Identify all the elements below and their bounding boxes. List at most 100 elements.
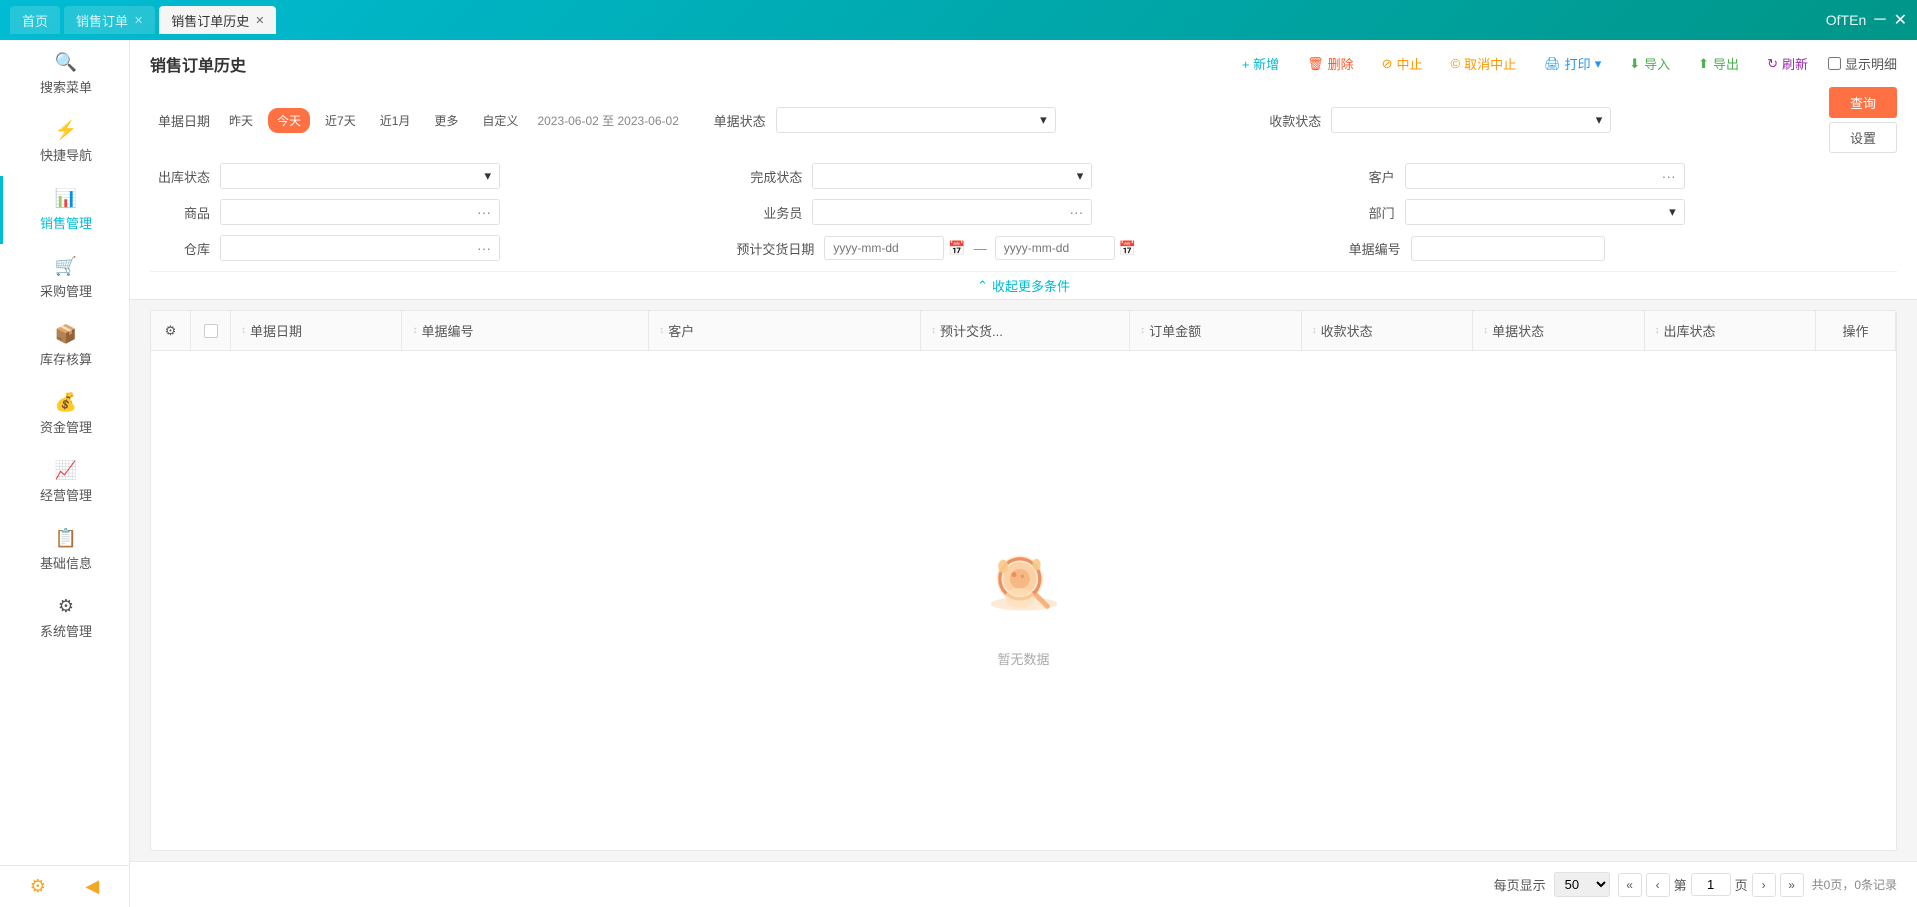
last-page-btn[interactable]: »: [1780, 873, 1804, 897]
sidebar-item-finance[interactable]: 💰 资金管理: [0, 380, 129, 448]
out-status-select[interactable]: ▾: [220, 163, 500, 189]
per-page-select[interactable]: 50 10 20 100: [1554, 872, 1610, 897]
empty-state: 暂无数据: [151, 351, 1896, 850]
order-status-control: ▾: [776, 107, 1262, 133]
complete-status-select[interactable]: ▾: [812, 163, 1092, 189]
display-detail-input[interactable]: [1828, 57, 1841, 70]
th-number-label: 单据编号: [421, 321, 473, 340]
sidebar-settings-icon[interactable]: ⚙: [30, 876, 46, 897]
dept-dropdown-icon: ▾: [1669, 204, 1676, 220]
sidebar-item-system[interactable]: ⚙ 系统管理: [0, 584, 129, 652]
warehouse-ellipsis[interactable]: ···: [477, 240, 491, 256]
customer-select[interactable]: ···: [1405, 163, 1685, 189]
pay-status-select[interactable]: ▾: [1331, 107, 1611, 133]
page-nav: « ‹ 第 页 › »: [1618, 873, 1804, 897]
salesperson-ellipsis[interactable]: ···: [1069, 204, 1083, 220]
sidebar: 🔍 搜索菜单 ⚡ 快捷导航 📊 销售管理 🛒 采购管理 📦 库存核算 💰 资金管…: [0, 40, 130, 907]
tab-sales-order-history[interactable]: 销售订单历史 ✕: [159, 6, 276, 34]
operations-icon: 📈: [55, 460, 77, 481]
delivery-date-to[interactable]: [995, 236, 1115, 260]
sidebar-item-search-menu-label: 搜索菜单: [40, 77, 92, 96]
tab-sales-order-close[interactable]: ✕: [134, 14, 143, 27]
prev-page-btn[interactable]: ‹: [1646, 873, 1670, 897]
th-checkbox[interactable]: [191, 311, 231, 350]
date-btn-7days[interactable]: 近7天: [316, 108, 365, 133]
next-page-btn[interactable]: ›: [1752, 873, 1776, 897]
cancel-btn-label: 取消中止: [1464, 54, 1516, 73]
tab-home[interactable]: 首页: [10, 6, 60, 34]
order-status-select[interactable]: ▾: [776, 107, 1056, 133]
th-settings[interactable]: ⚙: [151, 311, 191, 350]
date-btn-1month[interactable]: 近1月: [371, 108, 420, 133]
export-btn-label: 导出: [1713, 54, 1739, 73]
cancel-stop-button[interactable]: © 取消中止: [1443, 50, 1525, 77]
setting-button[interactable]: 设置: [1829, 122, 1897, 153]
th-customer[interactable]: ↕ 客户: [649, 311, 921, 350]
product-control: ···: [220, 199, 712, 225]
sidebar-item-purchase-label: 采购管理: [40, 281, 92, 300]
cal-to-icon[interactable]: 📅: [1119, 240, 1136, 257]
tab-sales-order-history-close[interactable]: ✕: [255, 14, 264, 27]
top-bar-right: OfTEn ─ ✕: [1826, 10, 1907, 30]
sidebar-item-purchase[interactable]: 🛒 采购管理: [0, 244, 129, 312]
th-out-status[interactable]: ↕ 出库状态: [1645, 311, 1816, 350]
tab-sales-order[interactable]: 销售订单 ✕: [64, 6, 155, 34]
system-icon: ⚙: [58, 596, 74, 617]
th-order-status-sort: ↕: [1483, 325, 1488, 336]
sidebar-item-inventory[interactable]: 📦 库存核算: [0, 312, 129, 380]
window-min-btn[interactable]: ─: [1874, 11, 1885, 29]
th-number[interactable]: ↕ 单据编号: [402, 311, 649, 350]
th-out-status-label: 出库状态: [1664, 321, 1716, 340]
export-icon: ⬆: [1698, 56, 1709, 72]
sidebar-item-finance-label: 资金管理: [40, 417, 92, 436]
sidebar-item-quick-nav[interactable]: ⚡ 快捷导航: [0, 108, 129, 176]
export-button[interactable]: ⬆ 导出: [1690, 50, 1747, 77]
query-button[interactable]: 查询: [1829, 87, 1897, 118]
date-btn-more[interactable]: 更多: [425, 108, 467, 133]
page-input[interactable]: [1691, 873, 1731, 896]
product-ellipsis[interactable]: ···: [477, 204, 491, 220]
th-order-status[interactable]: ↕ 单据状态: [1473, 311, 1644, 350]
complete-status-control: ▾: [812, 163, 1304, 189]
sidebar-item-operations[interactable]: 📈 经营管理: [0, 448, 129, 516]
delete-button[interactable]: 🗑 删除: [1299, 50, 1362, 77]
filter-row-2: 出库状态 ▾ 完成状态 ▾ 客户: [150, 163, 1897, 189]
th-delivery[interactable]: ↕ 预计交货...: [921, 311, 1130, 350]
header-checkbox[interactable]: [204, 324, 218, 338]
print-button[interactable]: 🖨 打印 ▾: [1536, 50, 1609, 77]
salesperson-select[interactable]: ···: [812, 199, 1092, 225]
order-status-label: 单据状态: [706, 111, 776, 130]
sidebar-collapse-icon[interactable]: ◀: [85, 876, 99, 897]
salesperson-control: ···: [812, 199, 1304, 225]
th-date[interactable]: ↕ 单据日期: [231, 311, 402, 350]
sidebar-item-search-menu[interactable]: 🔍 搜索菜单: [0, 40, 129, 108]
display-detail-checkbox[interactable]: 显示明细: [1828, 54, 1897, 73]
import-icon: ⬇: [1629, 56, 1640, 72]
collapse-row[interactable]: ⌃ 收起更多条件: [150, 271, 1897, 299]
dept-select[interactable]: ▾: [1405, 199, 1685, 225]
order-no-input[interactable]: [1411, 236, 1605, 261]
date-btn-custom[interactable]: 自定义: [473, 108, 527, 133]
window-close-btn[interactable]: ✕: [1894, 10, 1907, 30]
print-dropdown-icon: ▾: [1595, 56, 1602, 72]
th-order-status-label: 单据状态: [1492, 321, 1544, 340]
sidebar-item-sales[interactable]: 📊 销售管理: [0, 176, 129, 244]
th-payment-status[interactable]: ↕ 收款状态: [1302, 311, 1473, 350]
warehouse-select[interactable]: ···: [220, 235, 500, 261]
collapse-icon: ⌃: [977, 278, 988, 294]
product-select[interactable]: ···: [220, 199, 500, 225]
th-amount[interactable]: ↕ 订单金额: [1130, 311, 1301, 350]
cal-from-icon[interactable]: 📅: [948, 240, 965, 257]
new-button[interactable]: + 新增: [1234, 50, 1287, 77]
import-button[interactable]: ⬇ 导入: [1621, 50, 1678, 77]
date-btn-today[interactable]: 今天: [268, 108, 310, 133]
top-bar: 首页 销售订单 ✕ 销售订单历史 ✕ OfTEn ─ ✕: [0, 0, 1917, 40]
stop-button[interactable]: ⊘ 中止: [1374, 50, 1431, 77]
sidebar-item-basic-info[interactable]: 📋 基础信息: [0, 516, 129, 584]
first-page-btn[interactable]: «: [1618, 873, 1642, 897]
delivery-date-from[interactable]: [824, 236, 944, 260]
th-customer-label: 客户: [668, 321, 694, 340]
refresh-button[interactable]: ↻ 刷新: [1759, 50, 1816, 77]
customer-ellipsis[interactable]: ···: [1662, 168, 1676, 184]
date-btn-yesterday[interactable]: 昨天: [220, 108, 262, 133]
